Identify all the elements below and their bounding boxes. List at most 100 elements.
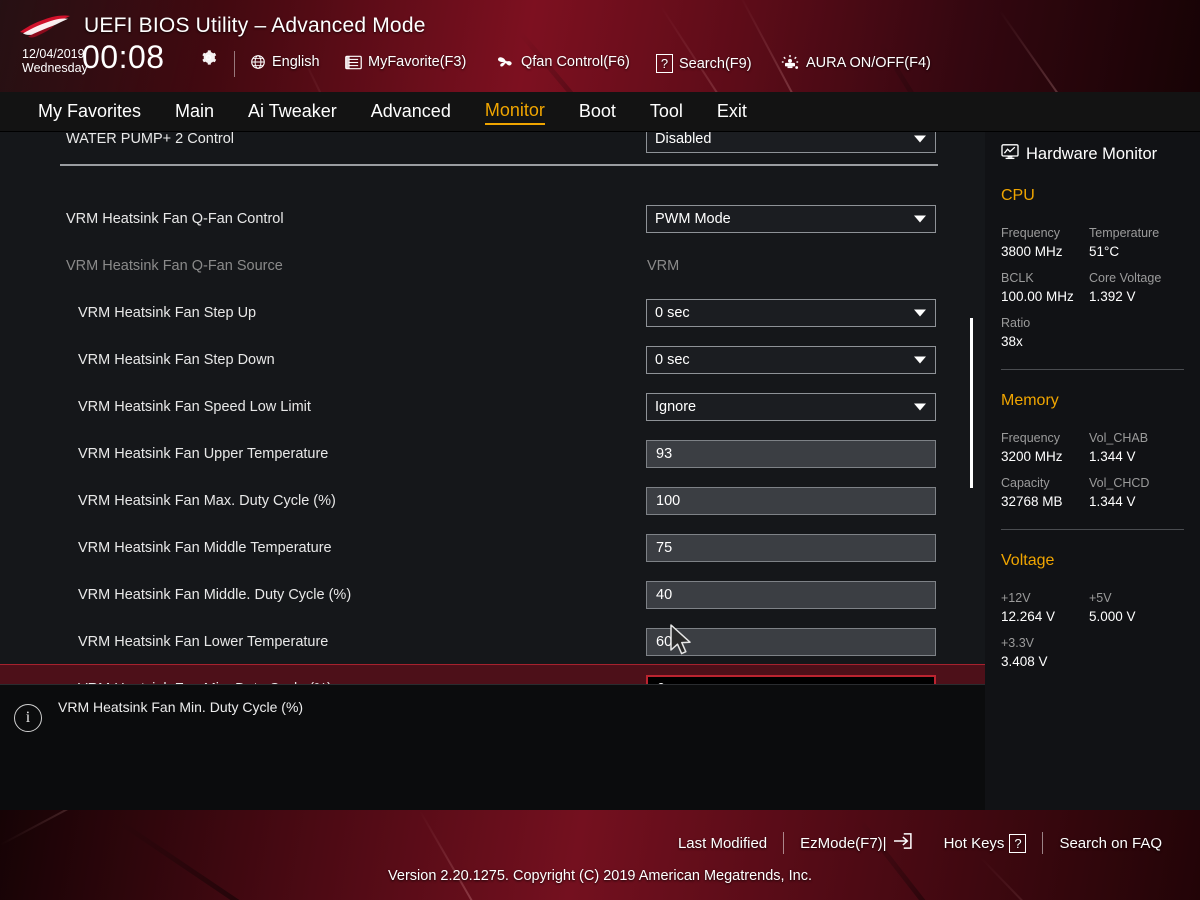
ezmode-button[interactable]: EzMode(F7)| [784,833,927,853]
menu-item-tool[interactable]: Tool [650,101,683,124]
aura-toggle-button[interactable]: AURA ON/OFF(F4) [780,54,931,71]
hw-key: +12V [1001,591,1031,605]
input-vrm-heatsink-fan-min-duty-cycle[interactable]: 0 [646,674,936,684]
input-vrm-heatsink-fan-max-duty-cycle[interactable]: 100 [646,486,936,515]
search-on-faq-label: Search on FAQ [1059,834,1162,852]
hw-key: Frequency [1001,226,1061,240]
setting-label: VRM Heatsink Fan Upper Temperature [78,445,329,462]
question-box-icon: ? [1009,833,1027,853]
mouse-pointer-icon [670,624,691,655]
dropdown-vrm-heatsink-fan-step-up[interactable]: 0 sec [646,298,936,327]
hw-value: 5.000 V [1089,609,1136,624]
hw-value: 3800 MHz [1001,244,1063,259]
globe-icon [250,54,266,70]
hw-value: 100.00 MHz [1001,289,1074,304]
language-button[interactable]: English [250,54,320,70]
setting-label: VRM Heatsink Fan Middle Temperature [78,539,332,556]
qfan-control-label: Qfan Control(F6) [521,54,630,70]
hw-value: 3200 MHz [1001,449,1063,464]
setting-row-vrm-heatsink-fan-min-duty-cycle[interactable]: VRM Heatsink Fan Min. Duty Cycle (%)0 [0,664,985,684]
setting-label: WATER PUMP+ 2 Control [66,132,234,147]
input-vrm-heatsink-fan-middle-duty-cycle[interactable]: 40 [646,580,936,609]
search-on-faq-button[interactable]: Search on FAQ [1043,835,1178,852]
setting-row-vrm-heatsink-fan-q-fan-control[interactable]: VRM Heatsink Fan Q-Fan Control PWM Mode [0,195,985,242]
menu-item-monitor[interactable]: Monitor [484,100,545,125]
section-divider [60,164,938,166]
hw-value: 38x [1001,334,1023,349]
settings-panel[interactable]: WATER PUMP+ 2 Control Disabled VRM Heatsin… [0,132,985,684]
input-vrm-heatsink-fan-upper-temperature[interactable]: 93 [646,439,936,468]
dropdown-vrm-heatsink-fan-step-down[interactable]: 0 sec [646,345,936,374]
help-text: VRM Heatsink Fan Min. Duty Cycle (%) [58,699,304,715]
hw-key: Vol_CHAB [1089,431,1149,445]
menu-item-boot[interactable]: Boot [579,101,616,124]
footer-links: Last Modified EzMode(F7)| Hot Keys ? Sea… [0,832,1200,854]
dropdown-value: PWM Mode [655,210,731,227]
header-divider [234,51,235,77]
hw-key: Capacity [1001,476,1050,490]
date-display: 12/04/2019 Wednesday [22,47,88,75]
setting-control-wrap: 93 [646,439,936,468]
hw-section-title-memory: Memory [1001,392,1059,409]
hw-key: +3.3V [1001,636,1035,650]
dropdown-vrm-heatsink-fan-q-fan-control[interactable]: PWM Mode [646,204,936,233]
hardware-monitor-title-label: Hardware Monitor [1026,145,1158,163]
setting-control-wrap: 100 [646,486,936,515]
setting-label: VRM Heatsink Fan Lower Temperature [78,633,329,650]
weekday-value: Wednesday [22,61,88,75]
page-title: UEFI BIOS Utility – Advanced Mode [84,14,426,37]
dropdown-vrm-heatsink-fan-speed-low-limit[interactable]: Ignore [646,392,936,421]
setting-row-vrm-heatsink-fan-max-duty-cycle[interactable]: VRM Heatsink Fan Max. Duty Cycle (%) 100 [0,477,985,524]
setting-row-vrm-heatsink-fan-step-down[interactable]: VRM Heatsink Fan Step Down 0 sec [0,336,985,383]
setting-row-water-pump-2-control[interactable]: WATER PUMP+ 2 Control Disabled [0,132,985,162]
last-modified-label: Last Modified [677,834,768,852]
menu-item-exit[interactable]: Exit [717,101,747,124]
language-label: English [272,54,320,70]
hot-keys-button[interactable]: Hot Keys ? [928,833,1043,853]
setting-row-vrm-heatsink-fan-middle-duty-cycle[interactable]: VRM Heatsink Fan Middle. Duty Cycle (%) 4… [0,571,985,618]
hw-key: Frequency [1001,431,1061,445]
rog-logo-icon [20,15,70,38]
menu-item-my-favorites[interactable]: My Favorites [38,101,141,124]
menu-item-advanced[interactable]: Advanced [371,101,451,124]
setting-row-vrm-heatsink-fan-upper-temperature[interactable]: VRM Heatsink Fan Upper Temperature 93 [0,430,985,477]
header-toolbar: 12/04/2019 Wednesday 00:08 English MyFav… [0,39,1200,88]
hw-section-rule [1001,529,1184,530]
hw-section-title-cpu: CPU [1001,187,1035,204]
search-f9-label: Search(F9) [679,55,752,72]
hw-key: Ratio [1001,316,1031,330]
dropdown-value: Disabled [655,132,712,147]
aura-light-icon [780,54,800,71]
chevron-down-icon [914,135,926,142]
hw-value: 32768 MB [1001,494,1063,509]
hardware-monitor-panel: Hardware Monitor CPU Frequency Temperature… [985,132,1200,810]
hw-key: Temperature [1089,226,1160,240]
setting-control-wrap: 40 [646,580,936,609]
hw-value: 1.344 V [1089,494,1136,509]
menu-item-ai-tweaker[interactable]: Ai Tweaker [248,101,337,124]
menu-item-main[interactable]: Main [175,101,214,124]
setting-row-vrm-heatsink-fan-middle-temperature[interactable]: VRM Heatsink Fan Middle Temperature 75 [0,524,985,571]
hw-value: 12.264 V [1001,609,1056,624]
ezmode-label: EzMode(F7)| [800,834,887,852]
chevron-down-icon [914,356,926,363]
setting-label: VRM Heatsink Fan Speed Low Limit [78,398,311,415]
dropdown-water-pump-2-control[interactable]: Disabled [646,132,936,153]
fan-icon [496,54,515,70]
setting-control-wrap: PWM Mode [646,204,936,233]
gear-icon[interactable] [200,49,217,66]
setting-row-vrm-heatsink-fan-speed-low-limit[interactable]: VRM Heatsink Fan Speed Low Limit Ignore [0,383,985,430]
setting-row-vrm-heatsink-fan-step-up[interactable]: VRM Heatsink Fan Step Up 0 sec [0,289,985,336]
setting-row-vrm-heatsink-fan-q-fan-source[interactable]: VRM Heatsink Fan Q-Fan Source VRM [0,242,985,289]
scrollbar-thumb[interactable] [970,318,973,488]
last-modified-button[interactable]: Last Modified [662,835,783,852]
hw-section-title-voltage: Voltage [1001,552,1055,569]
input-vrm-heatsink-fan-middle-temperature[interactable]: 75 [646,533,936,562]
setting-row-vrm-heatsink-fan-lower-temperature[interactable]: VRM Heatsink Fan Lower Temperature 60 [0,618,985,665]
qfan-control-button[interactable]: Qfan Control(F6) [496,54,630,70]
dropdown-value: Ignore [655,398,697,415]
search-f9-button[interactable]: ? Search(F9) [656,54,752,73]
help-strip: i VRM Heatsink Fan Min. Duty Cycle (%) [0,684,985,810]
setting-control-wrap: VRM [646,258,936,274]
myfavorite-button[interactable]: MyFavorite(F3) [345,54,466,70]
